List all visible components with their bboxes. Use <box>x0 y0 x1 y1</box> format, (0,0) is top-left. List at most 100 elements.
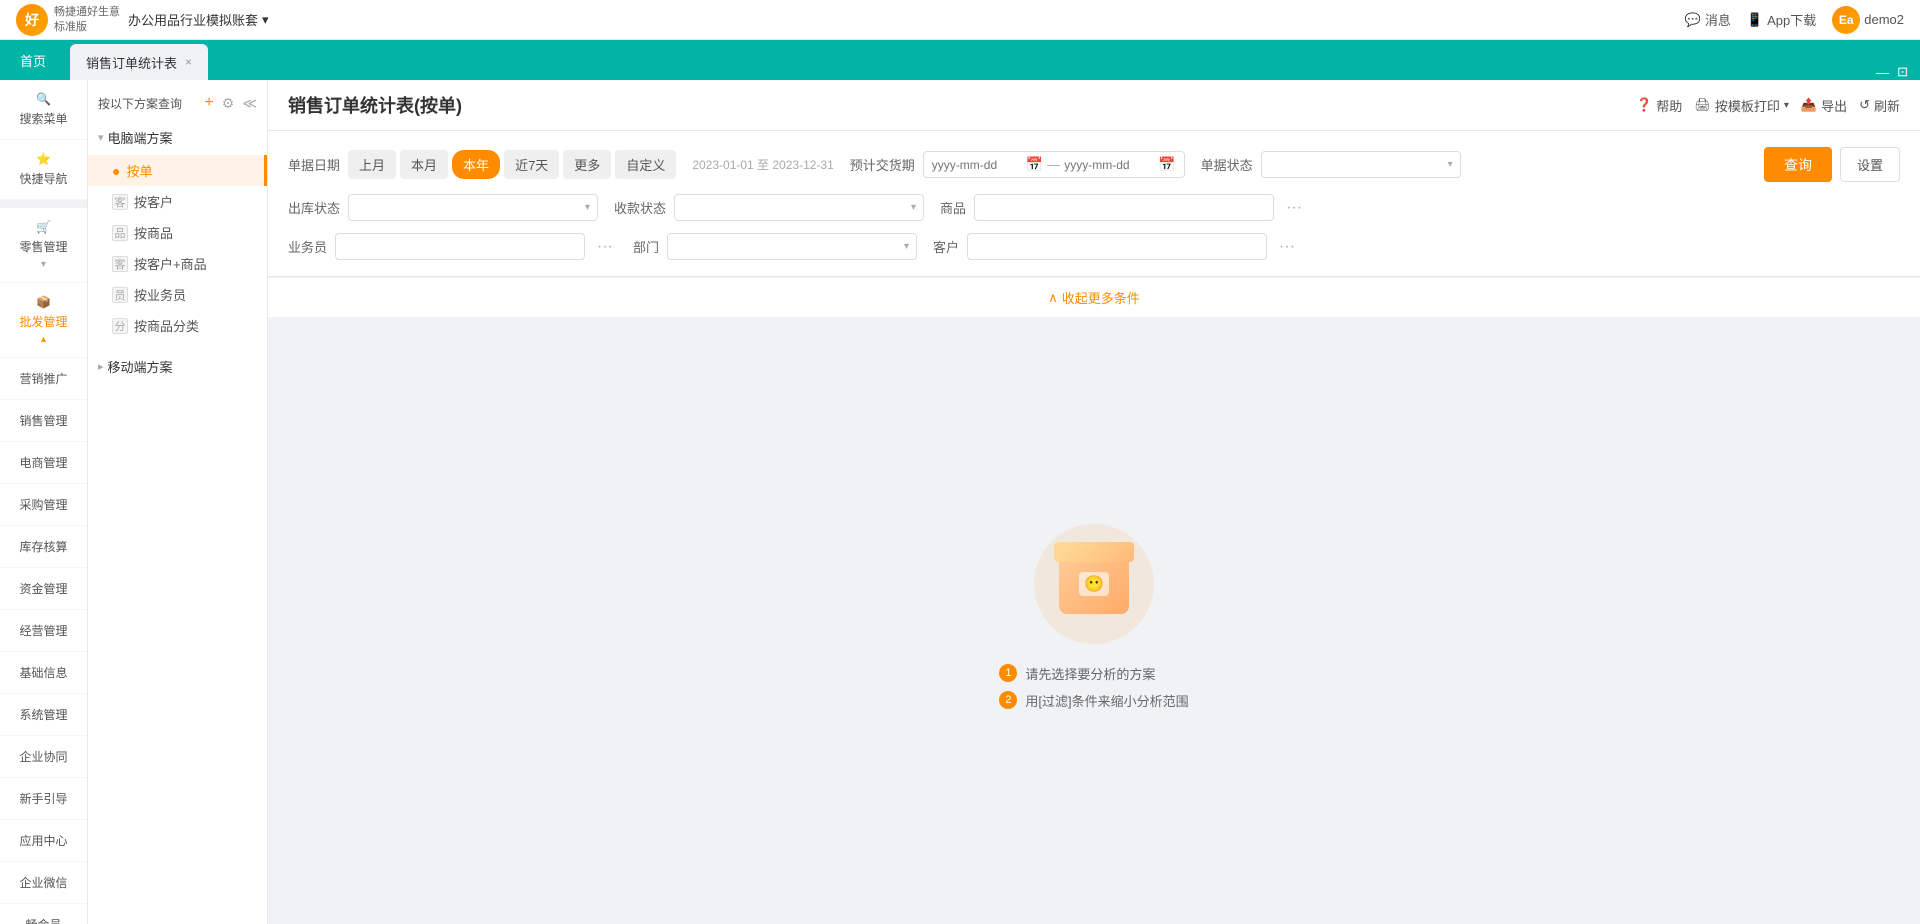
filter-area: 单据日期 上月 本月 本年 近7天 更多 自定义 2023-01-01 至 20… <box>268 131 1920 277</box>
sidebar-search[interactable]: 🔍 搜索菜单 <box>0 80 87 140</box>
print-dropdown-icon: ▾ <box>1784 100 1789 111</box>
message-btn[interactable]: 💬 消息 <box>1685 10 1731 29</box>
date-btn-custom[interactable]: 自定义 <box>615 150 676 179</box>
scheme-item-by-category[interactable]: 分 按商品分类 <box>88 310 267 341</box>
filter-row-1: 单据日期 上月 本月 本年 近7天 更多 自定义 2023-01-01 至 20… <box>288 147 1900 182</box>
export-btn[interactable]: 📤 导出 <box>1801 96 1847 115</box>
department-select-wrapper: ▾ <box>667 233 917 260</box>
sidebar-item-retail[interactable]: 🛒 零售管理 ▾ <box>0 208 87 283</box>
payment-select[interactable] <box>674 194 924 221</box>
expected-date-to[interactable] <box>1064 158 1154 172</box>
date-range-label: 2023-01-01 至 2023-12-31 <box>692 156 833 173</box>
help-icon: ❓ <box>1636 97 1652 113</box>
refresh-icon: ↺ <box>1859 97 1870 113</box>
pc-scheme-list: ● 按单 客 按客户 品 按商品 客 按客户+商品 <box>88 153 267 343</box>
date-btn-more[interactable]: 更多 <box>563 150 611 179</box>
sidebar-item-collab[interactable]: 企业协同 <box>0 736 87 778</box>
date-btn-last-month[interactable]: 上月 <box>348 150 396 179</box>
calendar-icon-right: 📅 <box>1158 156 1175 173</box>
status-select[interactable] <box>1261 151 1461 178</box>
add-scheme-btn[interactable]: + <box>204 94 213 112</box>
sidebar-item-wholesale[interactable]: 📦 批发管理 ▴ <box>0 283 87 358</box>
mobile-scheme-section: ▸ 移动端方案 <box>88 347 267 386</box>
expected-date-from[interactable] <box>932 158 1022 172</box>
app-selector[interactable]: 办公用品行业模拟账套 ▾ <box>128 10 269 29</box>
retail-icon: 🛒 <box>36 220 51 234</box>
window-maximize-btn[interactable]: ⊡ <box>1897 64 1908 80</box>
expected-date-input[interactable]: 📅 — 📅 <box>923 151 1185 178</box>
goods-input[interactable] <box>974 194 1274 221</box>
window-minimize-btn[interactable]: — <box>1876 65 1889 80</box>
sidebar-quick-nav[interactable]: ⭐ 快捷导航 <box>0 140 87 200</box>
empty-hints: 1 请先选择要分析的方案 2 用[过滤]条件来缩小分析范围 <box>999 664 1188 718</box>
salesperson-scheme-icon: 员 <box>112 287 128 303</box>
scheme-item-by-salesperson[interactable]: 员 按业务员 <box>88 279 267 310</box>
sidebar-item-wechat[interactable]: 企业微信 <box>0 862 87 904</box>
settings-button[interactable]: 设置 <box>1840 147 1900 182</box>
download-icon: 📱 <box>1747 12 1763 28</box>
delivery-select[interactable] <box>348 194 598 221</box>
sidebar-divider <box>0 200 87 208</box>
hint-num-2: 2 <box>999 691 1017 709</box>
page-actions: ❓ 帮助 🖨 按模板打印 ▾ 📤 导出 ↺ 刷新 <box>1636 96 1900 127</box>
customer-label: 客户 <box>933 237 959 256</box>
goods-more-btn[interactable]: ··· <box>1282 199 1306 217</box>
scheme-settings-btn[interactable]: ⚙ <box>222 95 235 112</box>
search-button[interactable]: 查询 <box>1764 147 1832 182</box>
wholesale-icon: 📦 <box>36 295 51 309</box>
date-btn-7days[interactable]: 近7天 <box>504 150 559 179</box>
sidebar-item-member[interactable]: 畅会员 <box>0 904 87 924</box>
sidebar-item-ecommerce[interactable]: 电商管理 <box>0 442 87 484</box>
date-range-group: 2023-01-01 至 2023-12-31 <box>692 156 833 173</box>
scheme-item-by-order[interactable]: ● 按单 <box>88 155 267 186</box>
pc-scheme-section: ▾ 电脑端方案 ● 按单 客 按客户 品 按商品 <box>88 118 267 347</box>
date-btn-group: 上月 本月 本年 近7天 更多 自定义 <box>348 150 676 179</box>
sidebar-item-sales[interactable]: 销售管理 <box>0 400 87 442</box>
delivery-select-wrapper: ▾ <box>348 194 598 221</box>
tab-home[interactable]: 首页 <box>0 40 66 80</box>
sidebar-item-inventory[interactable]: 库存核算 <box>0 526 87 568</box>
tab-close-btn[interactable]: × <box>185 55 192 69</box>
salesperson-input[interactable] <box>335 233 585 260</box>
collapse-row[interactable]: ∧ 收起更多条件 <box>268 277 1920 317</box>
customer-input[interactable] <box>967 233 1267 260</box>
date-btn-this-month[interactable]: 本月 <box>400 150 448 179</box>
export-icon: 📤 <box>1801 97 1817 113</box>
sidebar-item-newbie[interactable]: 新手引导 <box>0 778 87 820</box>
help-btn[interactable]: ❓ 帮助 <box>1636 96 1682 115</box>
scheme-item-by-customer[interactable]: 客 按客户 <box>88 186 267 217</box>
print-icon: 🖨 <box>1694 97 1711 113</box>
refresh-btn[interactable]: ↺ 刷新 <box>1859 96 1900 115</box>
app-download-btn[interactable]: 📱 App下载 <box>1747 10 1816 29</box>
salesperson-more-btn[interactable]: ··· <box>593 238 617 256</box>
collapse-panel-btn[interactable]: ≪ <box>242 95 257 112</box>
scheme-item-by-goods[interactable]: 品 按商品 <box>88 217 267 248</box>
customer-more-btn[interactable]: ··· <box>1275 238 1299 256</box>
status-label: 单据状态 <box>1201 155 1253 174</box>
sidebar-item-marketing[interactable]: 营销推广 <box>0 358 87 400</box>
pc-scheme-title[interactable]: ▾ 电脑端方案 <box>88 122 267 153</box>
sidebar-item-appstore[interactable]: 应用中心 <box>0 820 87 862</box>
goods-filter-group: 商品 ··· <box>940 194 1306 221</box>
print-btn[interactable]: 🖨 按模板打印 ▾ <box>1694 96 1789 115</box>
sidebar-item-purchase[interactable]: 采购管理 <box>0 484 87 526</box>
left-panel-header: 按以下方案查询 + ⚙ ≪ <box>88 88 267 118</box>
department-select[interactable] <box>667 233 917 260</box>
tab-bar-right: — ⊡ <box>1876 64 1920 80</box>
sidebar-item-basic[interactable]: 基础信息 <box>0 652 87 694</box>
scheme-item-by-customer-goods[interactable]: 客 按客户+商品 <box>88 248 267 279</box>
sidebar-item-finance[interactable]: 资金管理 <box>0 568 87 610</box>
date-btn-this-year[interactable]: 本年 <box>452 150 500 179</box>
user-menu[interactable]: Ea demo2 <box>1832 6 1904 34</box>
department-filter-group: 部门 ▾ <box>633 233 917 260</box>
goods-scheme-icon: 品 <box>112 225 128 241</box>
sidebar-item-system[interactable]: 系统管理 <box>0 694 87 736</box>
sidebar-item-operation[interactable]: 经营管理 <box>0 610 87 652</box>
star-icon: ⭐ <box>36 152 51 166</box>
date-label: 单据日期 <box>288 155 340 174</box>
tab-active[interactable]: 销售订单统计表 × <box>70 44 208 80</box>
date-separator: — <box>1047 157 1060 172</box>
main-layout: 🔍 搜索菜单 ⭐ 快捷导航 🛒 零售管理 ▾ 📦 批发管理 ▴ 营销推广 销售管… <box>0 80 1920 924</box>
mobile-scheme-title[interactable]: ▸ 移动端方案 <box>88 351 267 382</box>
empty-hint-1: 1 请先选择要分析的方案 <box>999 664 1188 683</box>
